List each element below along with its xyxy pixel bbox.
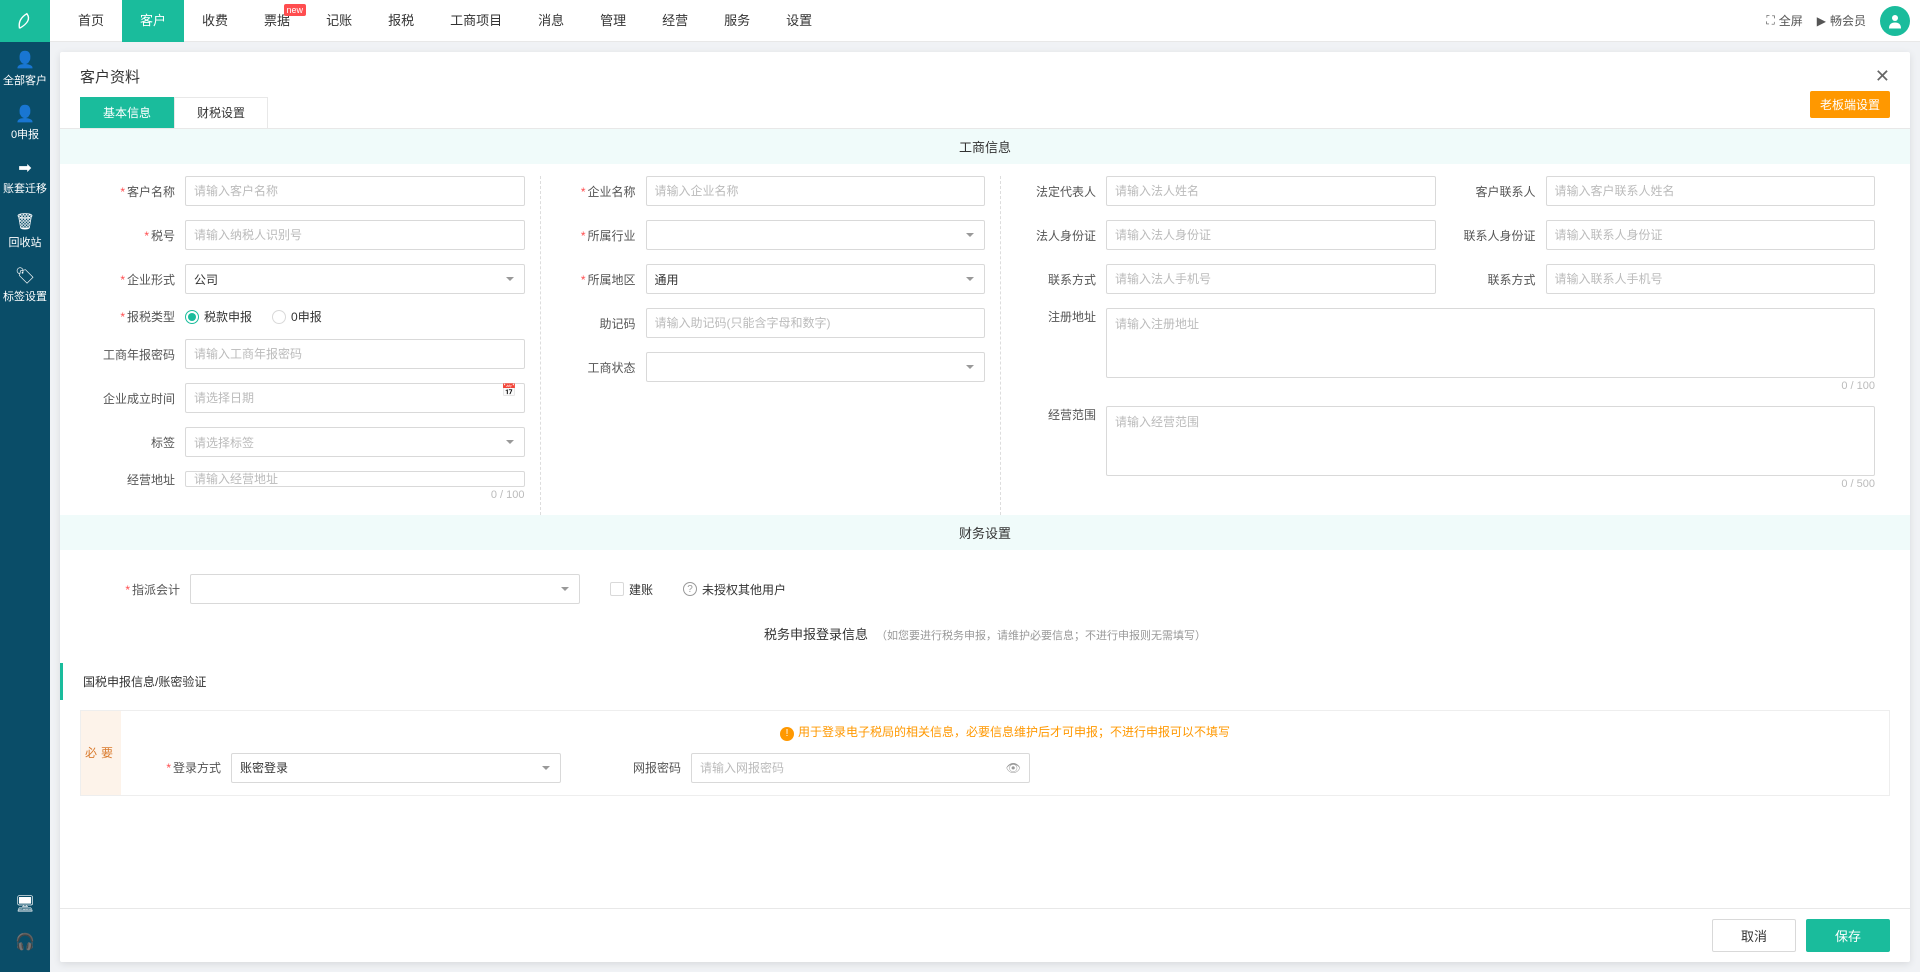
nav-home[interactable]: 首页	[60, 0, 122, 42]
reg-addr-textarea[interactable]	[1106, 308, 1875, 378]
modal-title: 客户资料	[80, 66, 140, 87]
close-button[interactable]: ✕	[1875, 66, 1890, 87]
tax-mode-radio-zero[interactable]: 0申报	[272, 308, 322, 325]
checkbox-icon	[610, 582, 624, 596]
sidebar: 👤全部客户 👤0申报 ➡账套迁移 🗑回收站 🏷标签设置 🖥 🎧	[0, 0, 50, 972]
biz-scope-count: 0 / 500	[1106, 478, 1875, 490]
cancel-button[interactable]: 取消	[1712, 919, 1796, 952]
sidebar-item-tags[interactable]: 🏷标签设置	[0, 258, 50, 312]
region-select[interactable]: 通用	[646, 264, 986, 294]
tag-icon: 🏷	[0, 266, 50, 286]
eye-off-icon[interactable]: 👁	[1006, 761, 1021, 775]
required-tag: 必要	[81, 711, 121, 795]
export-icon: ➡	[0, 158, 50, 178]
logo[interactable]	[0, 0, 50, 42]
tax-no-input[interactable]	[185, 220, 525, 250]
avatar-icon	[1886, 12, 1904, 30]
user-icon: 👤	[0, 104, 50, 124]
radio-checked-icon	[185, 310, 199, 324]
contact-id-input[interactable]	[1546, 220, 1876, 250]
nav-settings[interactable]: 设置	[768, 0, 830, 42]
tax-mode-radio-normal[interactable]: 税款申报	[185, 308, 252, 325]
monitor-icon: 🖥	[0, 894, 50, 914]
section-tax-title: 税务申报登录信息（如您要进行税务申报，请维护必要信息；不进行申报则无需填写）	[60, 616, 1910, 651]
nav-invoice[interactable]: 票据new	[246, 0, 308, 42]
fullscreen-button[interactable]: ⛶全屏	[1766, 12, 1802, 29]
legal-id-input[interactable]	[1106, 220, 1436, 250]
nav-manage[interactable]: 管理	[582, 0, 644, 42]
enterprise-type-select[interactable]: 公司	[185, 264, 525, 294]
biz-addr-input[interactable]	[185, 471, 525, 487]
section-fin-title: 财务设置	[60, 515, 1910, 550]
sidebar-item-migrate[interactable]: ➡账套迁移	[0, 150, 50, 204]
mnemonic-input[interactable]	[646, 308, 986, 338]
topnav: 首页 客户 收费 票据new 记账 报税 工商项目 消息 管理 经营 服务 设置…	[50, 0, 1920, 42]
biz-status-select[interactable]	[646, 352, 986, 382]
save-button[interactable]: 保存	[1806, 919, 1890, 952]
net-pwd-input[interactable]	[691, 753, 1030, 783]
headset-icon: 🎧	[0, 932, 50, 952]
sidebar-item-desktop[interactable]: 🖥	[0, 886, 50, 924]
contact-name-input[interactable]	[1546, 176, 1876, 206]
section-biz-title: 工商信息	[60, 129, 1910, 164]
nat-tax-title: 国税申报信息/账密验证	[60, 663, 1910, 700]
nav-msg[interactable]: 消息	[520, 0, 582, 42]
tab-basic[interactable]: 基本信息	[80, 97, 174, 128]
legal-phone-input[interactable]	[1106, 264, 1436, 294]
nav-operate[interactable]: 经营	[644, 0, 706, 42]
customer-modal: 客户资料 ✕ 基本信息 财税设置 老板端设置 工商信息 *客户名称 *税号	[60, 52, 1910, 962]
new-badge: new	[284, 4, 307, 16]
login-method-select[interactable]: 账密登录	[231, 753, 561, 783]
contact-phone-input[interactable]	[1546, 264, 1876, 294]
warning-icon: !	[780, 727, 794, 741]
nav-biz[interactable]: 工商项目	[432, 0, 520, 42]
biz-scope-textarea[interactable]	[1106, 406, 1875, 476]
sidebar-item-recycle[interactable]: 🗑回收站	[0, 204, 50, 258]
calendar-icon: 📅	[502, 383, 517, 397]
member-button[interactable]: ▶畅会员	[1817, 12, 1866, 29]
industry-select[interactable]	[646, 220, 986, 250]
nav-service[interactable]: 服务	[706, 0, 768, 42]
tab-fintax[interactable]: 财税设置	[174, 97, 268, 128]
biz-addr-count: 0 / 100	[185, 489, 525, 501]
tags-select[interactable]: 请选择标签	[185, 427, 525, 457]
annual-pwd-input[interactable]	[185, 339, 525, 369]
leaf-icon	[14, 10, 36, 32]
trash-icon: 🗑	[0, 212, 50, 232]
no-auth-info: ?未授权其他用户	[683, 581, 786, 598]
sidebar-item-zero-report[interactable]: 👤0申报	[0, 96, 50, 150]
radio-icon	[272, 310, 286, 324]
nav-bookkeep[interactable]: 记账	[308, 0, 370, 42]
sidebar-item-all-customers[interactable]: 👤全部客户	[0, 42, 50, 96]
legal-rep-input[interactable]	[1106, 176, 1436, 206]
nav-tax[interactable]: 报税	[370, 0, 432, 42]
enterprise-name-input[interactable]	[646, 176, 986, 206]
boss-settings-button[interactable]: 老板端设置	[1810, 91, 1890, 118]
assign-accountant-select[interactable]	[190, 574, 580, 604]
user-icon: 👤	[0, 50, 50, 70]
fullscreen-icon: ⛶	[1766, 13, 1774, 28]
sidebar-item-support[interactable]: 🎧	[0, 924, 50, 962]
video-icon: ▶	[1817, 14, 1826, 28]
customer-name-input[interactable]	[185, 176, 525, 206]
nav-customer[interactable]: 客户	[122, 0, 184, 42]
avatar[interactable]	[1880, 6, 1910, 36]
question-icon[interactable]: ?	[683, 582, 697, 596]
est-date-input[interactable]	[185, 383, 525, 413]
tax-warning: !用于登录电子税局的相关信息，必要信息维护后才可申报；不进行申报可以不填写	[141, 723, 1869, 741]
create-account-checkbox[interactable]: 建账	[610, 581, 653, 598]
nav-fee[interactable]: 收费	[184, 0, 246, 42]
reg-addr-count: 0 / 100	[1106, 380, 1875, 392]
